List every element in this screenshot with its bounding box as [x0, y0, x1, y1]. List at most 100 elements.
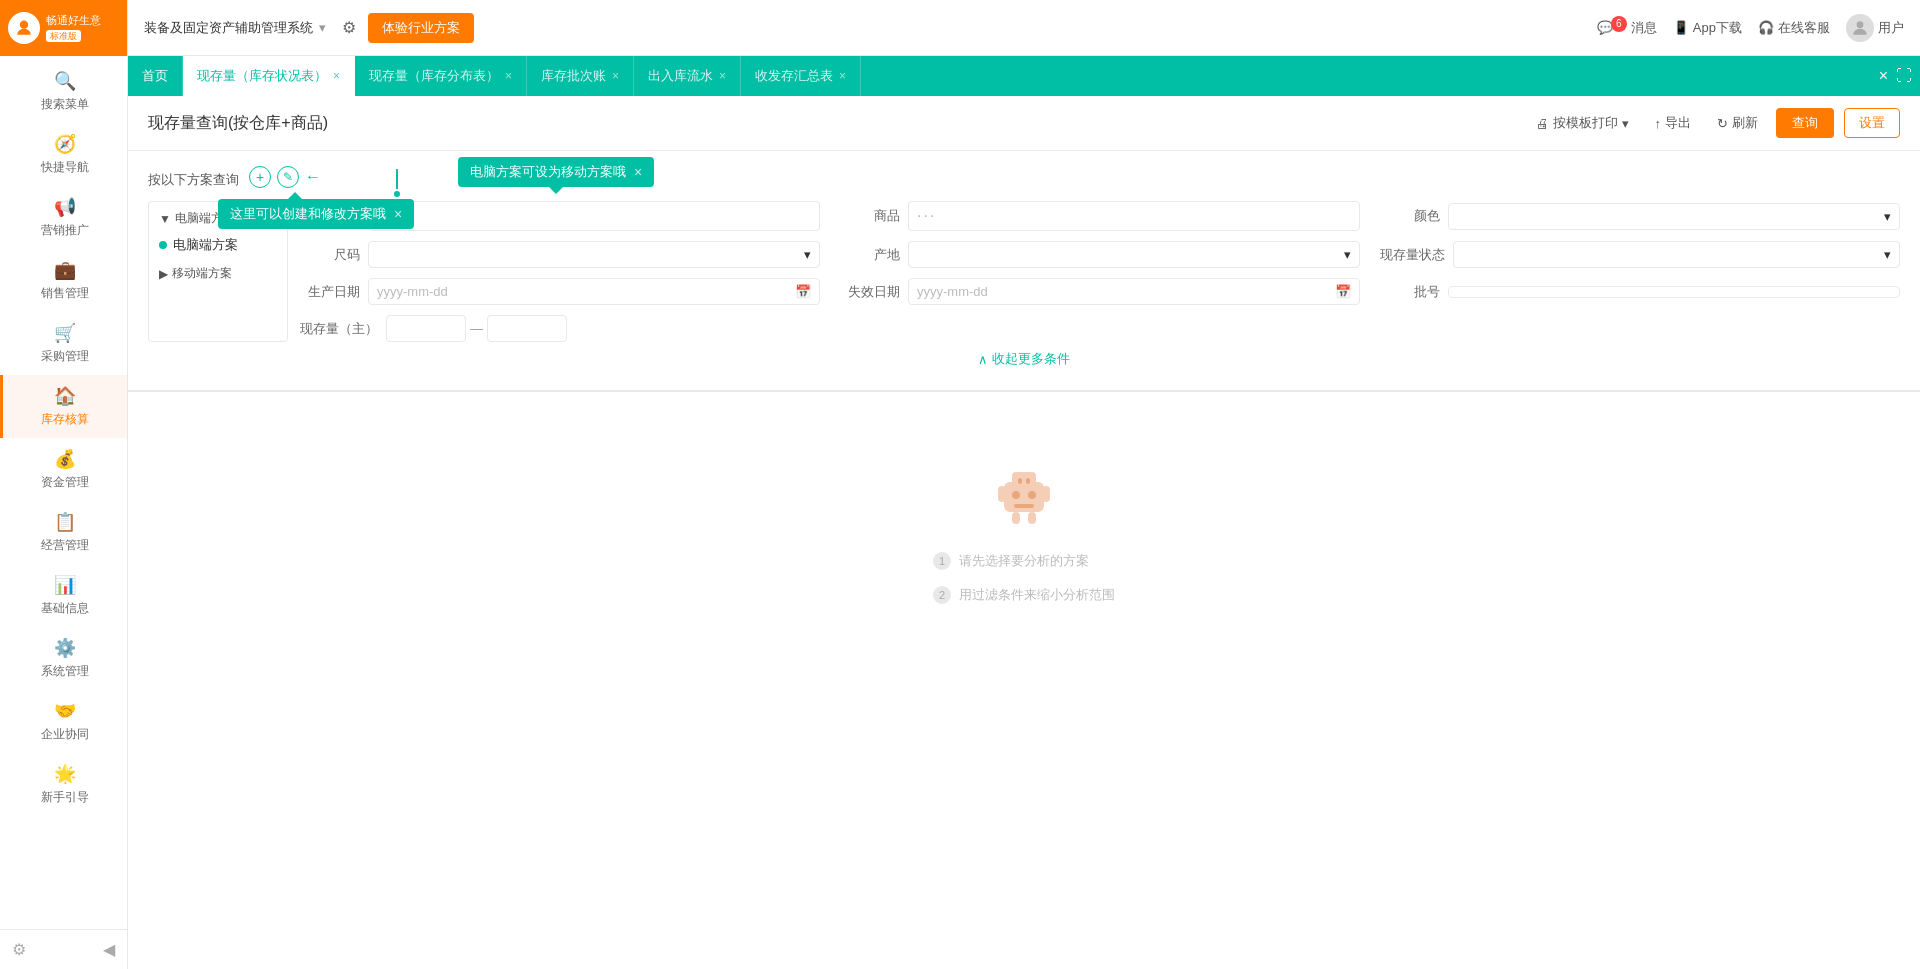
sidebar-item-inventory[interactable]: 🏠 库存核算	[0, 375, 127, 438]
sidebar-nav: 🔍 搜索菜单 🧭 快捷导航 📢 营销推广 💼 销售管理 🛒 采购管理 🏠 库存核…	[0, 56, 127, 929]
search-button[interactable]: 查询	[1776, 108, 1834, 138]
stock-main-from[interactable]	[386, 315, 466, 342]
product-label: 商品	[840, 207, 900, 225]
sidebar-item-quicknav[interactable]: 🧭 快捷导航	[0, 123, 127, 186]
collapse-sidebar-icon[interactable]: ◀	[103, 940, 115, 959]
sidebar-item-search[interactable]: 🔍 搜索菜单	[0, 60, 127, 123]
settings-button[interactable]: 设置	[1844, 108, 1900, 138]
refresh-button[interactable]: ↻ 刷新	[1709, 110, 1766, 136]
scheme-nav-icon[interactable]: ←	[305, 168, 321, 186]
content-inner: 现存量查询(按仓库+商品) 🖨 按模板打印 ▾ ↑ 导出 ↻ 刷新	[128, 96, 1920, 969]
origin-label: 产地	[840, 246, 900, 264]
tab-recv-send-close[interactable]: ×	[839, 69, 846, 83]
color-select[interactable]: ▾	[1448, 203, 1900, 230]
online-support-label: 在线客服	[1778, 19, 1830, 37]
sidebar-item-sales[interactable]: 💼 销售管理	[0, 249, 127, 312]
sidebar-item-operations[interactable]: 📋 经营管理	[0, 501, 127, 564]
svg-rect-4	[1018, 478, 1022, 484]
export-button[interactable]: ↑ 导出	[1647, 110, 1700, 136]
sidebar-item-inventory-label: 库存核算	[41, 411, 89, 428]
topbar-gear-icon[interactable]: ⚙	[342, 18, 356, 37]
tab-batch-account-close[interactable]: ×	[612, 69, 619, 83]
system-name-area: 装备及固定资产辅助管理系统 ▾	[144, 19, 326, 37]
table-area: 1 请先选择要分析的方案 2 用过滤条件来缩小分析范围	[128, 391, 1920, 791]
empty-num1: 1	[933, 552, 951, 570]
sidebar-item-finance[interactable]: 💰 资金管理	[0, 438, 127, 501]
form-grid-row3: 生产日期 yyyy-mm-dd 📅 失效日期 yyyy-mm-dd	[300, 278, 1900, 305]
inventory-icon: 🏠	[54, 385, 76, 407]
tabbar: 首页 现存量（库存状况表） × 现存量（库存分布表） × 库存批次账 × 出入库…	[128, 56, 1920, 96]
form-item-product: 商品 ···	[840, 201, 1360, 231]
sidebar-item-system[interactable]: ⚙️ 系统管理	[0, 627, 127, 690]
tab-home-label: 首页	[142, 67, 168, 85]
sidebar-item-guide[interactable]: 🌟 新手引导	[0, 753, 127, 816]
stock-main-to[interactable]	[487, 315, 567, 342]
warehouse-input[interactable]: ···	[368, 201, 820, 231]
tab-close-all-icon[interactable]: ×	[1879, 67, 1888, 85]
sidebar-footer: ⚙ ◀	[0, 929, 127, 969]
collapse-button[interactable]: ∧ 收起更多条件	[148, 342, 1900, 376]
tab-inventory-status-label: 现存量（库存状况表）	[197, 67, 327, 85]
app-logo: 畅通好生意 标准版	[0, 0, 127, 56]
tab-inventory-status-close[interactable]: ×	[333, 69, 340, 83]
marketing-icon: 📢	[54, 196, 76, 218]
add-scheme-button[interactable]: +	[249, 166, 271, 188]
tooltip1-close[interactable]: ×	[634, 164, 642, 180]
prod-date-input[interactable]: yyyy-mm-dd 📅	[368, 278, 820, 305]
user-area[interactable]: 用户	[1846, 14, 1904, 42]
tabbar-end: × ⛶	[1871, 56, 1920, 96]
form-grid-row2: 尺码 ▾ 产地 ▾	[300, 241, 1900, 268]
edit-scheme-button[interactable]: ✎ 这里可以创建和修改方案哦 ×	[277, 166, 299, 188]
origin-select[interactable]: ▾	[908, 241, 1360, 268]
avatar	[1846, 14, 1874, 42]
tooltip2-text: 这里可以创建和修改方案哦	[230, 205, 386, 223]
size-select[interactable]: ▾	[368, 241, 820, 268]
batch-input[interactable]	[1448, 286, 1900, 298]
prod-date-label: 生产日期	[300, 283, 360, 301]
tooltip2-close[interactable]: ×	[394, 206, 402, 222]
tab-inventory-status[interactable]: 现存量（库存状况表） ×	[183, 56, 355, 96]
product-input[interactable]: ···	[908, 201, 1360, 231]
page-header: 现存量查询(按仓库+商品) 🖨 按模板打印 ▾ ↑ 导出 ↻ 刷新	[128, 96, 1920, 151]
basic-icon: 📊	[54, 574, 76, 596]
scheme-item-pc[interactable]: 电脑端方案	[159, 233, 277, 257]
sidebar-item-marketing-label: 营销推广	[41, 222, 89, 239]
settings-icon[interactable]: ⚙	[12, 940, 26, 959]
tab-inout-flow-close[interactable]: ×	[719, 69, 726, 83]
search-icon: 🔍	[54, 70, 76, 92]
empty-step2-label: 用过滤条件来缩小分析范围	[959, 582, 1115, 608]
tab-inventory-dist[interactable]: 现存量（库存分布表） ×	[355, 56, 527, 96]
svg-rect-8	[1014, 504, 1034, 508]
stock-status-select[interactable]: ▾	[1453, 241, 1900, 268]
exp-date-input[interactable]: yyyy-mm-dd 📅	[908, 278, 1360, 305]
print-button[interactable]: 🖨 按模板打印 ▾	[1528, 110, 1637, 136]
tab-batch-account[interactable]: 库存批次账 ×	[527, 56, 634, 96]
sidebar-item-basic[interactable]: 📊 基础信息	[0, 564, 127, 627]
sidebar-item-marketing[interactable]: 📢 营销推广	[0, 186, 127, 249]
tab-maximize-icon[interactable]: ⛶	[1896, 67, 1912, 85]
filter-controls: + ✎ 这里可以创建和修改方案哦 × ←	[249, 166, 321, 188]
scheme-item-pc-label: 电脑端方案	[173, 236, 238, 254]
system-icon: ⚙️	[54, 637, 76, 659]
tab-inventory-dist-close[interactable]: ×	[505, 69, 512, 83]
app-download-button[interactable]: 📱 App下载	[1673, 19, 1742, 37]
system-name-text: 装备及固定资产辅助管理系统	[144, 19, 313, 37]
message-badge: 6	[1611, 16, 1627, 32]
sidebar-item-operations-label: 经营管理	[41, 537, 89, 554]
sidebar-item-enterprise[interactable]: 🤝 企业协同	[0, 690, 127, 753]
online-support-button[interactable]: 🎧 在线客服	[1758, 19, 1830, 37]
export-label: 导出	[1665, 114, 1691, 132]
sidebar-item-purchase[interactable]: 🛒 采购管理	[0, 312, 127, 375]
form-grid-row4: 现存量（主） —	[300, 315, 1900, 342]
trial-button[interactable]: 体验行业方案	[368, 13, 474, 43]
empty-step1: 1 请先选择要分析的方案	[933, 548, 1115, 574]
exp-date-calendar-icon: 📅	[1335, 284, 1351, 299]
tab-inout-flow[interactable]: 出入库流水 ×	[634, 56, 741, 96]
exp-date-placeholder: yyyy-mm-dd	[917, 284, 988, 299]
message-button[interactable]: 💬 6 消息	[1597, 19, 1657, 37]
sidebar-item-guide-label: 新手引导	[41, 789, 89, 806]
tab-recv-send[interactable]: 收发存汇总表 ×	[741, 56, 861, 96]
tooltip-pc-scheme: 电脑方案可设为移动方案哦 ×	[458, 157, 654, 187]
filter-label: 按以下方案查询	[148, 165, 239, 189]
tab-home[interactable]: 首页	[128, 56, 183, 96]
